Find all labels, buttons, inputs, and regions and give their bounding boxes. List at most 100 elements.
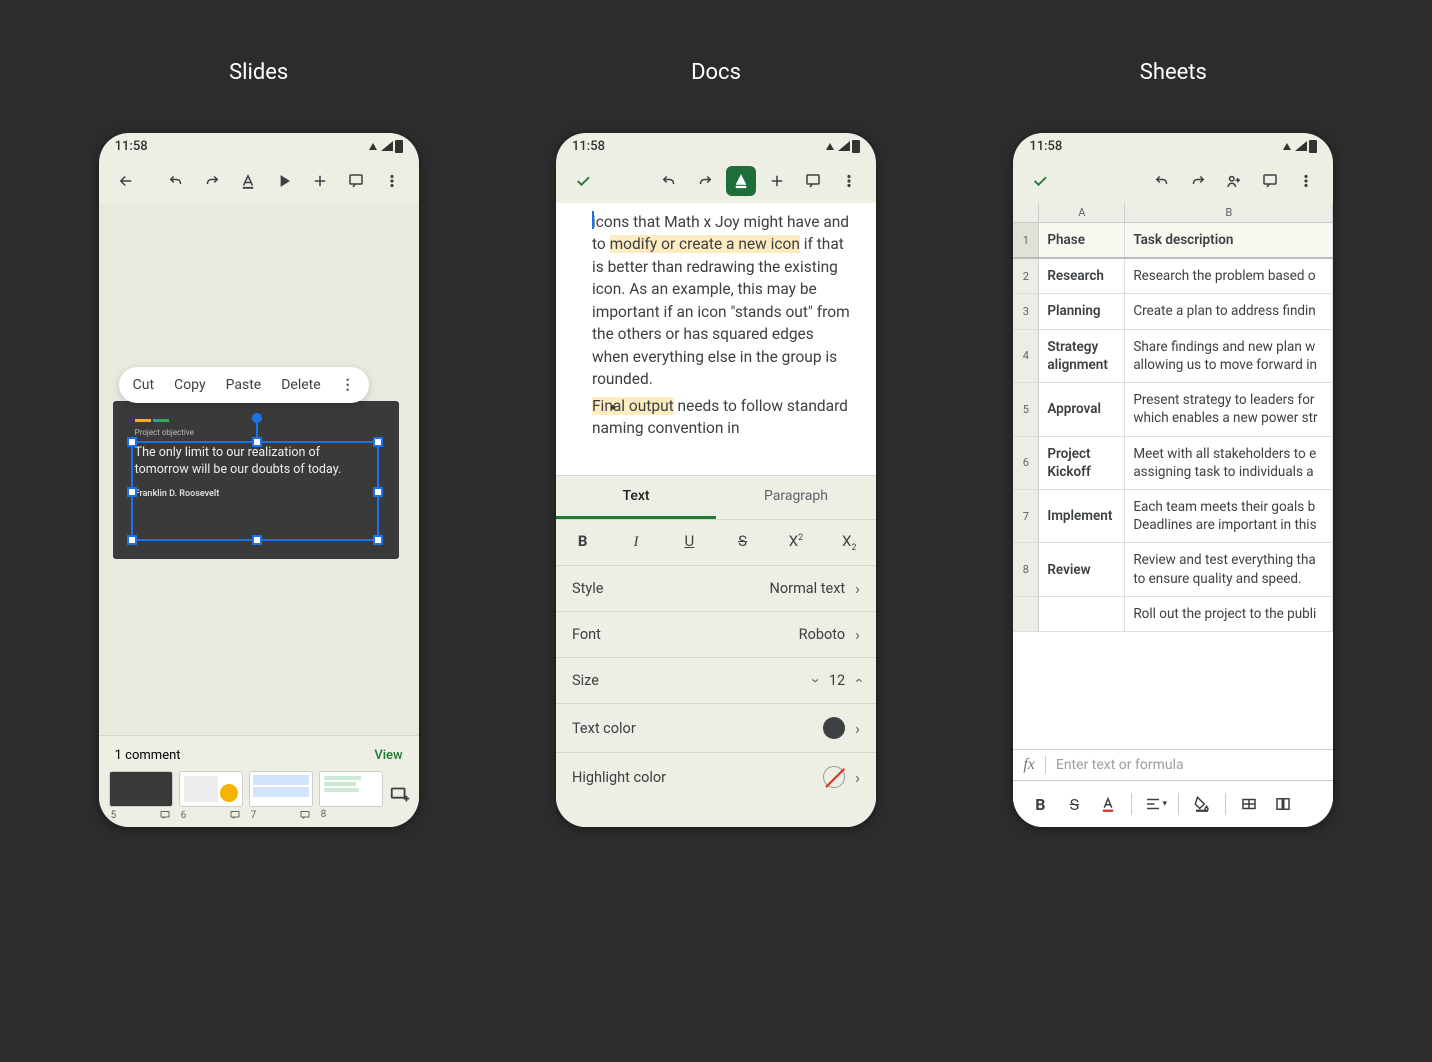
more-icon[interactable] (377, 166, 407, 196)
bold-button[interactable]: B (1025, 789, 1055, 819)
text-format-active-icon[interactable] (726, 166, 756, 196)
cell-format-icon[interactable] (1234, 789, 1264, 819)
text-color-icon[interactable] (1093, 789, 1123, 819)
cell-phase[interactable]: Planning (1039, 294, 1125, 328)
size-decrease-icon[interactable]: › (807, 678, 826, 683)
cell-desc[interactable]: Create a plan to address findin (1125, 294, 1333, 328)
row-number[interactable] (1013, 597, 1039, 631)
italic-button[interactable]: I (609, 520, 662, 565)
cell-phase[interactable]: Implement (1039, 490, 1125, 542)
redo-icon[interactable] (197, 166, 227, 196)
spreadsheet-grid[interactable]: A B 1PhaseTask description2ResearchResea… (1013, 203, 1333, 749)
cell-desc[interactable]: Task description (1125, 223, 1333, 257)
fill-color-icon[interactable] (1187, 789, 1217, 819)
cell-phase[interactable]: Project Kickoff (1039, 437, 1125, 489)
row-number[interactable]: 2 (1013, 259, 1039, 293)
more-icon[interactable] (1291, 166, 1321, 196)
row-number[interactable]: 8 (1013, 543, 1039, 595)
cell-phase[interactable]: Strategy alignment (1039, 330, 1125, 382)
tab-paragraph[interactable]: Paragraph (716, 476, 876, 519)
cell-desc[interactable]: Review and test everything tha to ensure… (1125, 543, 1333, 595)
highlight-color-row[interactable]: Highlight color › (556, 752, 876, 801)
back-icon[interactable] (111, 166, 141, 196)
slide-canvas[interactable]: Project objective The only limit to our … (113, 401, 399, 559)
ctx-paste[interactable]: Paste (226, 377, 262, 393)
done-check-icon[interactable] (1025, 166, 1055, 196)
font-row[interactable]: Font Roboto› (556, 611, 876, 657)
col-header-a[interactable]: A (1039, 203, 1125, 222)
col-header-b[interactable]: B (1125, 203, 1333, 222)
row-number[interactable]: 1 (1013, 223, 1039, 257)
share-icon[interactable] (1219, 166, 1249, 196)
table-row[interactable]: 6Project KickoffMeet with all stakeholde… (1013, 437, 1333, 490)
thumb-comment-icon (229, 809, 241, 821)
slide-thumb[interactable] (249, 771, 313, 807)
cell-phase[interactable]: Phase (1039, 223, 1125, 257)
cell-desc[interactable]: Present strategy to leaders for which en… (1125, 383, 1333, 435)
text-color-label: Text color (572, 720, 636, 737)
table-row[interactable]: Roll out the project to the publi (1013, 597, 1333, 632)
table-row[interactable]: 3PlanningCreate a plan to address findin (1013, 294, 1333, 329)
cell-phase[interactable]: Approval (1039, 383, 1125, 435)
view-link[interactable]: View (374, 748, 402, 763)
size-increase-icon[interactable]: › (848, 678, 867, 683)
add-icon[interactable] (762, 166, 792, 196)
cell-phase[interactable]: Review (1039, 543, 1125, 595)
table-row[interactable]: 8ReviewReview and test everything tha to… (1013, 543, 1333, 596)
cell-phase[interactable] (1039, 597, 1125, 631)
undo-icon[interactable] (161, 166, 191, 196)
text-format-icon[interactable] (233, 166, 263, 196)
cell-desc[interactable]: Share findings and new plan w allowing u… (1125, 330, 1333, 382)
undo-icon[interactable] (1147, 166, 1177, 196)
row-number[interactable]: 7 (1013, 490, 1039, 542)
undo-icon[interactable] (654, 166, 684, 196)
redo-icon[interactable] (1183, 166, 1213, 196)
ctx-more-icon[interactable]: ⋮ (341, 377, 355, 393)
cell-desc[interactable]: Research the problem based o (1125, 259, 1333, 293)
more-icon[interactable] (834, 166, 864, 196)
formula-bar[interactable]: fx Enter text or formula (1013, 749, 1333, 780)
style-row[interactable]: Style Normal text› (556, 565, 876, 611)
tab-text[interactable]: Text (556, 476, 716, 519)
comment-count[interactable]: 1 comment (115, 748, 181, 763)
add-icon[interactable] (305, 166, 335, 196)
cell-phase[interactable]: Research (1039, 259, 1125, 293)
fx-input[interactable]: Enter text or formula (1056, 757, 1184, 773)
document-text[interactable]: icons that Math x Joy might have and to … (556, 203, 876, 475)
bold-button[interactable]: B (556, 520, 609, 565)
cell-desc[interactable]: Roll out the project to the publi (1125, 597, 1333, 631)
slide-thumb[interactable] (109, 771, 173, 807)
redo-icon[interactable] (690, 166, 720, 196)
text-color-row[interactable]: Text color › (556, 703, 876, 752)
slide-thumb[interactable] (179, 771, 243, 807)
present-icon[interactable] (269, 166, 299, 196)
table-row[interactable]: 2ResearchResearch the problem based o (1013, 259, 1333, 294)
table-row[interactable]: 7ImplementEach team meets their goals b … (1013, 490, 1333, 543)
row-number[interactable]: 3 (1013, 294, 1039, 328)
ctx-delete[interactable]: Delete (281, 377, 320, 393)
align-icon[interactable]: ▾ (1140, 789, 1170, 819)
ctx-cut[interactable]: Cut (133, 377, 154, 393)
add-slide-icon[interactable] (389, 779, 411, 809)
table-row[interactable]: 5ApprovalPresent strategy to leaders for… (1013, 383, 1333, 436)
cell-desc[interactable]: Meet with all stakeholders to e assignin… (1125, 437, 1333, 489)
underline-button[interactable]: U (663, 520, 716, 565)
row-number[interactable]: 6 (1013, 437, 1039, 489)
comment-icon[interactable] (798, 166, 828, 196)
subscript-button[interactable]: X2 (823, 520, 876, 565)
strike-button[interactable]: S (1059, 789, 1089, 819)
comment-icon[interactable] (1255, 166, 1285, 196)
row-number[interactable]: 5 (1013, 383, 1039, 435)
table-row[interactable]: 1PhaseTask description (1013, 223, 1333, 259)
cell-desc[interactable]: Each team meets their goals b Deadlines … (1125, 490, 1333, 542)
superscript-button[interactable]: X2 (769, 520, 822, 565)
done-check-icon[interactable] (568, 166, 598, 196)
selection-box[interactable] (131, 441, 379, 541)
row-number[interactable]: 4 (1013, 330, 1039, 382)
merge-icon[interactable] (1268, 789, 1298, 819)
strike-button[interactable]: S (716, 520, 769, 565)
table-row[interactable]: 4Strategy alignmentShare findings and ne… (1013, 330, 1333, 383)
slide-thumb[interactable] (319, 771, 383, 807)
ctx-copy[interactable]: Copy (174, 377, 206, 393)
comment-icon[interactable] (341, 166, 371, 196)
